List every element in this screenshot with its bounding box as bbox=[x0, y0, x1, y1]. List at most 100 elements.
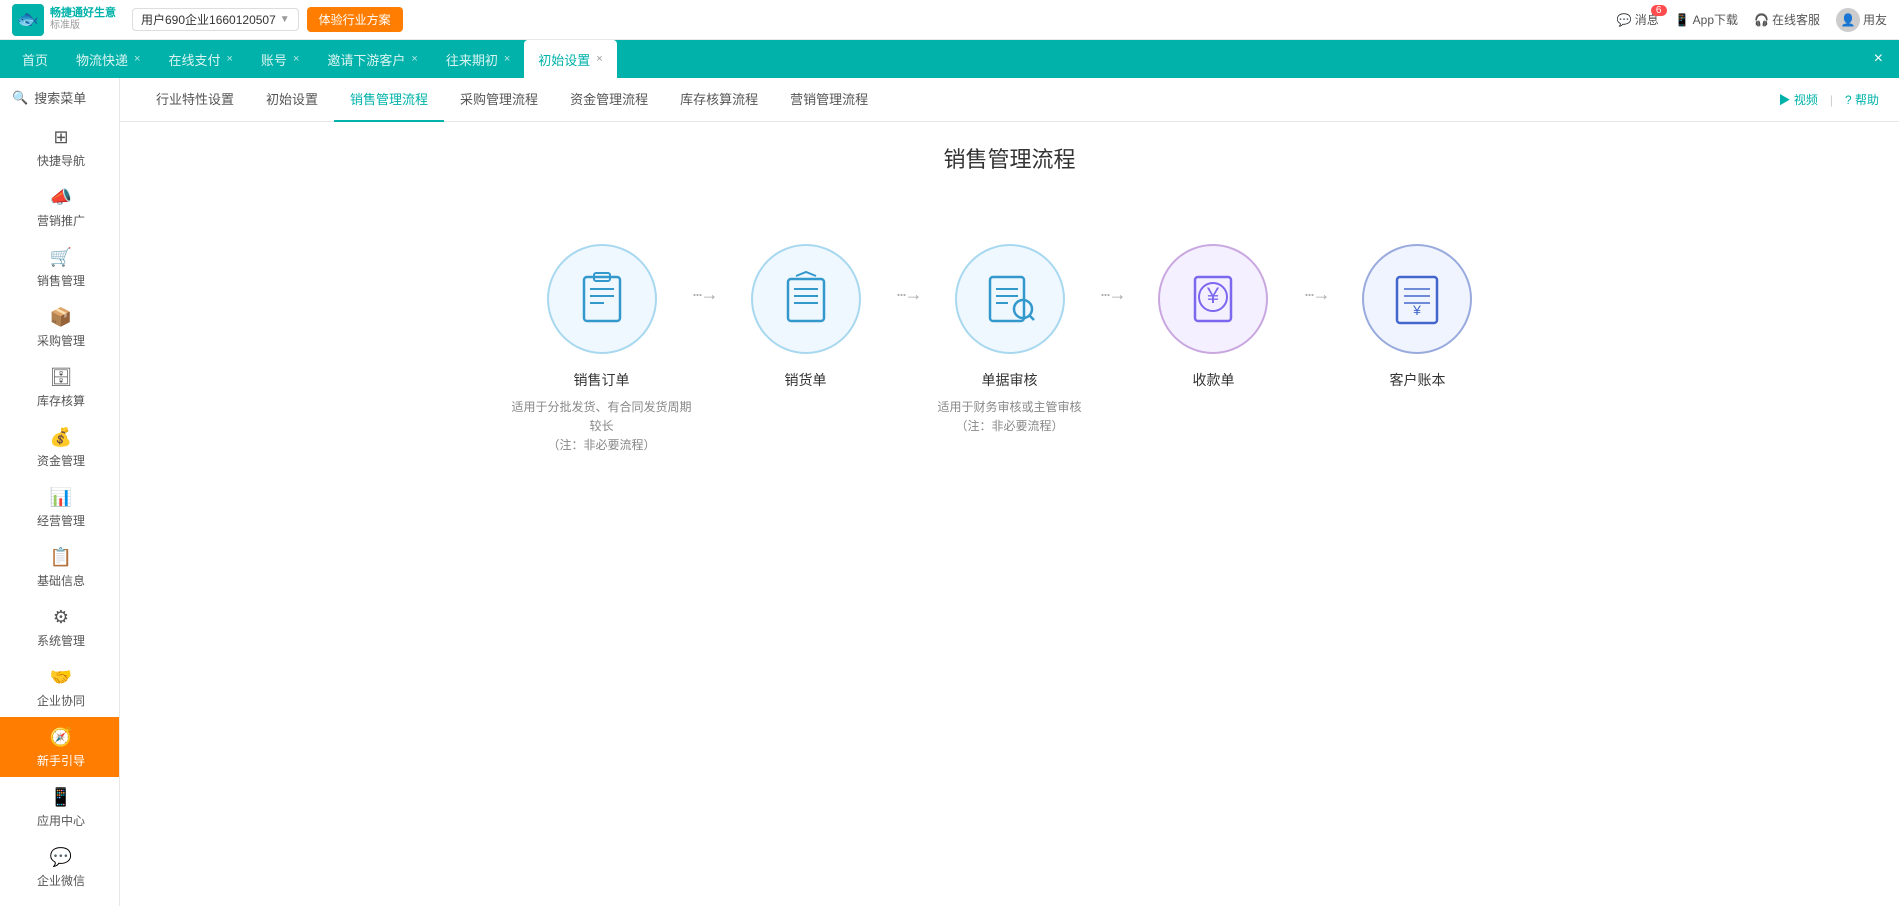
user-label: 用户690企业1660120507 bbox=[141, 11, 276, 28]
experience-button[interactable]: 体验行业方案 bbox=[307, 7, 403, 32]
sub-tab-capital-flow[interactable]: 资金管理流程 bbox=[554, 78, 664, 122]
purchase-icon: 📦 bbox=[50, 307, 72, 328]
download-icon: 📱 bbox=[1675, 13, 1690, 27]
app-name: 畅捷通好生意 bbox=[50, 7, 116, 20]
tab-init[interactable]: 初始设置 × bbox=[524, 40, 616, 78]
tab-home[interactable]: 首页 bbox=[8, 40, 62, 78]
sidebar: 🔍 搜索菜单 ⊞ 快捷导航 📣 营销推广 🛒 销售管理 📦 采购管理 🗄 库存核… bbox=[0, 78, 120, 906]
tab-payment[interactable]: 在线支付 × bbox=[154, 40, 246, 78]
sidebar-item-purchase-mgmt[interactable]: 📦 采购管理 bbox=[0, 297, 119, 357]
sales-invoice-icon bbox=[776, 269, 836, 329]
flow-step-customer-account[interactable]: ¥ 客户账本 bbox=[1327, 244, 1507, 398]
help-action[interactable]: ? 帮助 bbox=[1845, 91, 1879, 108]
flow-step-doc-review[interactable]: 单据审核 适用于财务审核或主管审核 （注：非必要流程） bbox=[920, 244, 1100, 436]
sidebar-item-sales-mgmt[interactable]: 🛒 销售管理 bbox=[0, 237, 119, 297]
close-account-tab[interactable]: × bbox=[293, 53, 299, 65]
sidebar-item-new-guide[interactable]: 🧭 新手引导 bbox=[0, 717, 119, 777]
avatar-image: 👤 bbox=[1836, 8, 1860, 32]
sidebar-item-enterprise-wechat[interactable]: 💬 企业微信 bbox=[0, 837, 119, 897]
system-icon: ⚙ bbox=[53, 607, 69, 628]
flow-circle-doc-review bbox=[955, 244, 1065, 354]
sub-tabs: 行业特性设置 初始设置 销售管理流程 采购管理流程 资金管理流程 库存核算流程 … bbox=[120, 78, 1899, 122]
sub-tab-inventory-flow[interactable]: 库存核算流程 bbox=[664, 78, 774, 122]
sidebar-item-marketing-promo[interactable]: 📣 营销推广 bbox=[0, 177, 119, 237]
sales-order-desc: 适用于分批发货、有合同发货周期较长 bbox=[512, 398, 692, 436]
video-action[interactable]: ▶ 视频 bbox=[1778, 91, 1817, 108]
collab-icon: 🤝 bbox=[50, 667, 72, 688]
search-icon: 🔍 bbox=[12, 90, 28, 106]
page-title: 销售管理流程 bbox=[140, 142, 1879, 174]
doc-review-note: （注：非必要流程） bbox=[955, 417, 1063, 436]
customer-account-icon: ¥ bbox=[1387, 269, 1447, 329]
sidebar-item-operations-mgmt[interactable]: 📊 经营管理 bbox=[0, 477, 119, 537]
top-header: 🐟 畅捷通好生意 标准版 用户690企业1660120507 ▼ 体验行业方案 … bbox=[0, 0, 1899, 40]
page-body: 销售管理流程 销售订单 适用于分批发货、有合同 bbox=[120, 122, 1899, 906]
user-selector[interactable]: 用户690企业1660120507 ▼ bbox=[132, 8, 299, 31]
close-invite-tab[interactable]: × bbox=[411, 53, 417, 65]
message-button[interactable]: 💬 消息 6 bbox=[1617, 11, 1659, 28]
sidebar-item-inventory[interactable]: 🗄 库存核算 bbox=[0, 357, 119, 417]
receipt-icon: ¥ bbox=[1183, 269, 1243, 329]
flow-circle-customer-account: ¥ bbox=[1362, 244, 1472, 354]
sidebar-item-vip[interactable]: V 畅会员 bbox=[0, 897, 119, 906]
close-payment-tab[interactable]: × bbox=[226, 53, 232, 65]
sales-invoice-name: 销货单 bbox=[785, 370, 827, 390]
help-icon: ? bbox=[1845, 93, 1852, 107]
sub-tab-purchase-flow[interactable]: 采购管理流程 bbox=[444, 78, 554, 122]
flow-arrow-4: ···→ bbox=[1303, 244, 1327, 305]
service-icon: 🎧 bbox=[1754, 13, 1769, 27]
sales-order-name: 销售订单 bbox=[574, 370, 630, 390]
capital-icon: 💰 bbox=[50, 427, 72, 448]
close-all-tabs[interactable]: × bbox=[1866, 50, 1891, 68]
close-init-tab[interactable]: × bbox=[596, 53, 602, 65]
app-download-button[interactable]: 📱 App下载 bbox=[1675, 11, 1738, 28]
sales-icon: 🛒 bbox=[50, 247, 72, 268]
tab-account[interactable]: 账号 × bbox=[247, 40, 313, 78]
flow-circle-receipt: ¥ bbox=[1158, 244, 1268, 354]
sidebar-item-quick-nav[interactable]: ⊞ 快捷导航 bbox=[0, 117, 119, 177]
message-badge: 6 bbox=[1651, 5, 1667, 16]
main-layout: 🔍 搜索菜单 ⊞ 快捷导航 📣 营销推广 🛒 销售管理 📦 采购管理 🗄 库存核… bbox=[0, 78, 1899, 906]
flow-step-sales-invoice[interactable]: 销货单 bbox=[716, 244, 896, 398]
wechat-icon: 💬 bbox=[50, 847, 72, 868]
sidebar-item-app-center[interactable]: 📱 应用中心 bbox=[0, 777, 119, 837]
user-avatar[interactable]: 👤 用友 bbox=[1836, 8, 1887, 32]
receipt-name: 收款单 bbox=[1192, 370, 1234, 390]
svg-text:¥: ¥ bbox=[1206, 283, 1220, 308]
sub-tab-industry[interactable]: 行业特性设置 bbox=[140, 78, 250, 122]
sales-order-icon bbox=[572, 269, 632, 329]
flow-step-sales-order[interactable]: 销售订单 适用于分批发货、有合同发货周期较长 （注：非必要流程） bbox=[512, 244, 692, 456]
sub-tab-sales-flow[interactable]: 销售管理流程 bbox=[334, 78, 444, 122]
sidebar-item-capital-mgmt[interactable]: 💰 资金管理 bbox=[0, 417, 119, 477]
svg-text:¥: ¥ bbox=[1413, 302, 1422, 318]
sidebar-item-system-mgmt[interactable]: ⚙ 系统管理 bbox=[0, 597, 119, 657]
tab-period[interactable]: 往来期初 × bbox=[432, 40, 524, 78]
close-period-tab[interactable]: × bbox=[504, 53, 510, 65]
sidebar-item-enterprise-collab[interactable]: 🤝 企业协同 bbox=[0, 657, 119, 717]
tab-logistics[interactable]: 物流快递 × bbox=[62, 40, 154, 78]
sub-tab-actions: ▶ 视频 | ? 帮助 bbox=[1778, 91, 1879, 108]
doc-review-icon bbox=[980, 269, 1040, 329]
flow-step-receipt[interactable]: ¥ 收款单 bbox=[1123, 244, 1303, 398]
app-center-icon: 📱 bbox=[50, 787, 72, 808]
online-service-button[interactable]: 🎧 在线客服 bbox=[1754, 11, 1820, 28]
flow-circle-sales-invoice bbox=[751, 244, 861, 354]
flow-arrow-3: ···→ bbox=[1100, 244, 1124, 305]
inventory-icon: 🗄 bbox=[50, 367, 73, 388]
doc-review-desc: 适用于财务审核或主管审核 bbox=[937, 398, 1081, 417]
tab-invite[interactable]: 邀请下游客户 × bbox=[313, 40, 431, 78]
app-edition: 标准版 bbox=[50, 20, 116, 32]
dropdown-arrow-icon: ▼ bbox=[280, 14, 290, 25]
sub-tab-marketing-flow[interactable]: 营销管理流程 bbox=[774, 78, 884, 122]
sidebar-item-basic-info[interactable]: 📋 基础信息 bbox=[0, 537, 119, 597]
guide-icon: 🧭 bbox=[50, 727, 72, 748]
quick-nav-icon: ⊞ bbox=[53, 127, 68, 148]
flow-arrow-2: ···→ bbox=[896, 244, 920, 305]
search-menu-button[interactable]: 🔍 搜索菜单 bbox=[0, 78, 119, 117]
flow-arrow-1: ···→ bbox=[692, 244, 716, 305]
header-right: 💬 消息 6 📱 App下载 🎧 在线客服 👤 用友 bbox=[1617, 8, 1887, 32]
close-logistics-tab[interactable]: × bbox=[134, 53, 140, 65]
play-icon: ▶ bbox=[1778, 93, 1790, 107]
sub-tab-init-settings[interactable]: 初始设置 bbox=[250, 78, 334, 122]
doc-review-name: 单据审核 bbox=[982, 370, 1038, 390]
